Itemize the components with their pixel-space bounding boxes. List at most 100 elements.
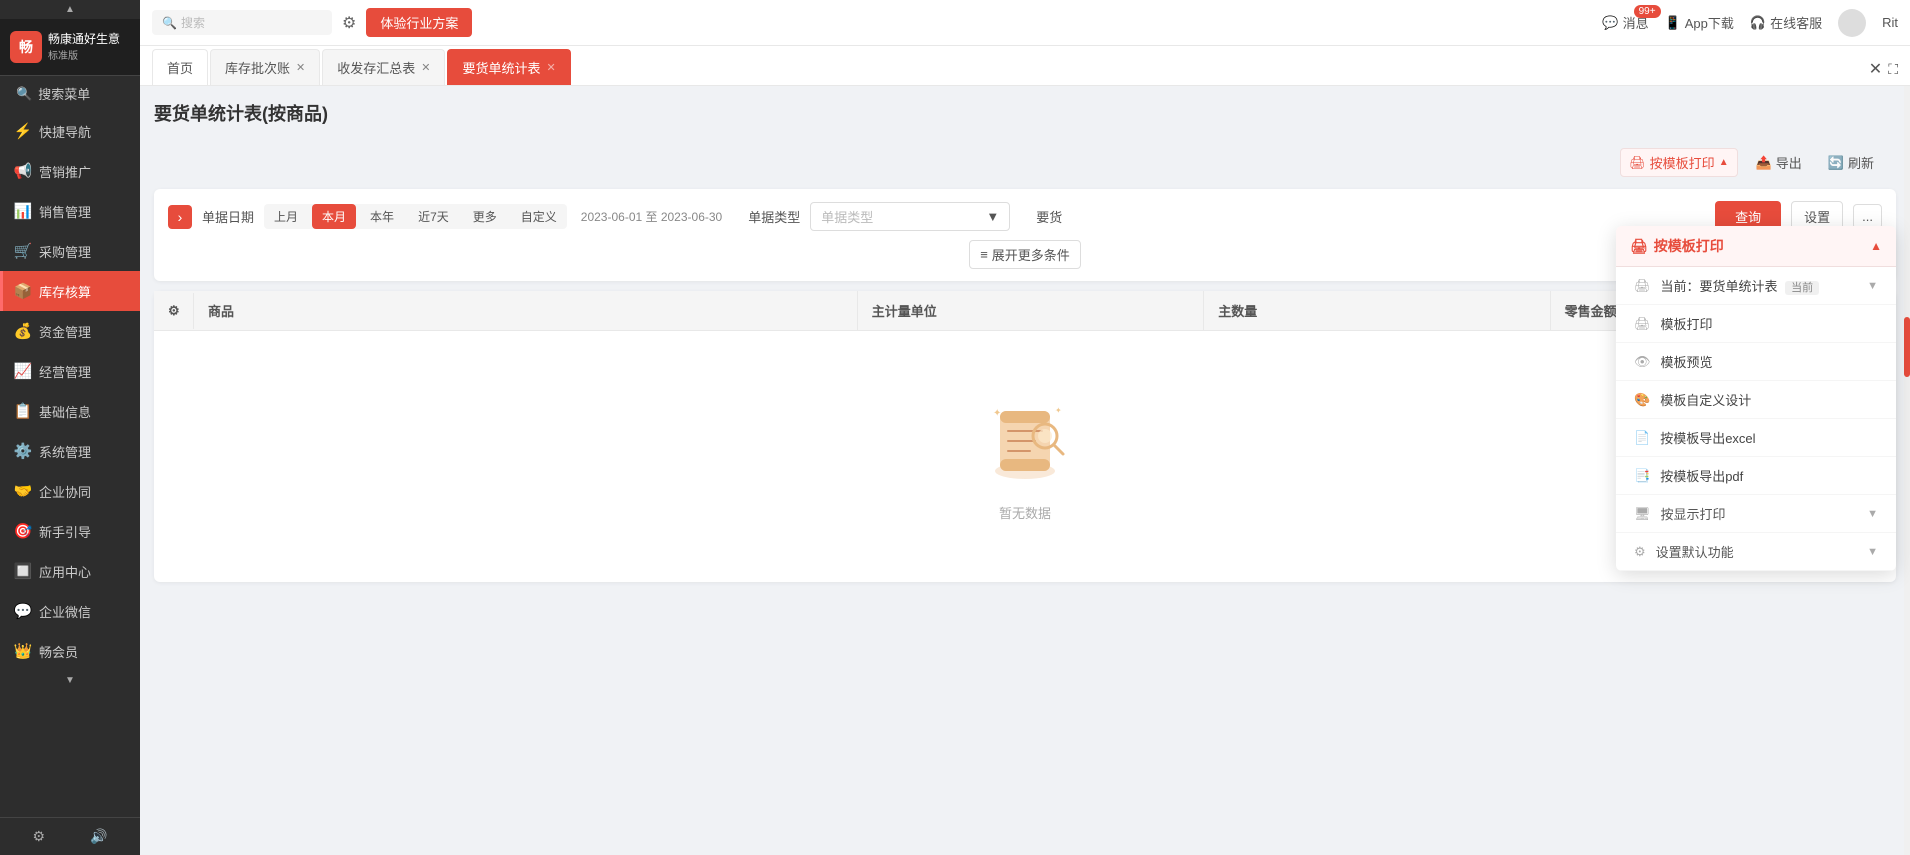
th-product: 商品	[194, 291, 858, 330]
tab-order-summary[interactable]: 要货单统计表 ✕	[447, 49, 570, 85]
type-select-value: 单据类型	[821, 207, 873, 226]
app-logo-icon: 畅	[10, 31, 42, 63]
page-content: 要货单统计表(按商品) 🖨 按模板打印 ▲ 📤 导出 🔄 刷新 › 单据日期	[140, 86, 1910, 855]
tab-home[interactable]: 首页	[152, 49, 208, 85]
sidebar-item-purchase[interactable]: 🛒 采购管理	[0, 231, 140, 271]
dropdown-default-settings[interactable]: ⚙ 设置默认功能 ▼	[1616, 533, 1896, 571]
date-custom[interactable]: 自定义	[511, 204, 567, 229]
filter-expand-red-btn[interactable]: ›	[168, 205, 192, 229]
dropdown-template-custom[interactable]: 🎨 模板自定义设计	[1616, 381, 1896, 419]
dropdown-export-excel[interactable]: 📄 按模板导出excel	[1616, 419, 1896, 457]
topbar-gear-icon[interactable]: ⚙	[342, 13, 356, 33]
trial-btn[interactable]: 体验行业方案	[366, 8, 472, 37]
refresh-icon: 🔄	[1828, 155, 1844, 171]
system-icon: ⚙️	[13, 441, 33, 461]
sidebar-item-guide[interactable]: 🎯 新手引导	[0, 511, 140, 551]
page-title: 要货单统计表(按商品)	[154, 100, 1896, 126]
current-arrow: ▼	[1867, 280, 1878, 292]
topbar: 🔍 搜索 ⚙ 体验行业方案 💬 消息 99+ 📱 App下载 🎧 在线客服 Ri…	[140, 0, 1910, 46]
sidebar-item-collab[interactable]: 🤝 企业协同	[0, 471, 140, 511]
sidebar-item-system[interactable]: ⚙️ 系统管理	[0, 431, 140, 471]
topbar-search[interactable]: 🔍 搜索	[152, 10, 332, 35]
sidebar-item-wechat[interactable]: 💬 企业微信	[0, 591, 140, 631]
topbar-search-icon: 🔍	[162, 16, 177, 30]
print-btn-label: 按模板打印	[1650, 153, 1715, 172]
dropdown-template-preview[interactable]: 👁 模板预览	[1616, 343, 1896, 381]
dropdown-close-chevron[interactable]: ▲	[1870, 239, 1882, 253]
app-center-icon: 🔲	[13, 561, 33, 581]
expand-more-btn[interactable]: ≡ 展开更多条件	[969, 240, 1081, 269]
template-print-label: 模板打印	[1661, 314, 1878, 333]
sidebar-item-quick-nav[interactable]: ⚡ 快捷导航	[0, 111, 140, 151]
tab-inventory-batch[interactable]: 库存批次账 ✕	[210, 49, 320, 85]
message-icon: 💬	[1602, 15, 1618, 31]
date-current-year[interactable]: 本年	[360, 204, 404, 229]
type-select[interactable]: 单据类型 ▼	[810, 202, 1010, 231]
dropdown-template-print[interactable]: 🖨 模板打印	[1616, 305, 1896, 343]
scrollbar-track	[1904, 86, 1910, 855]
date-current-month[interactable]: 本月	[312, 204, 356, 229]
tab-order-summary-close[interactable]: ✕	[547, 61, 556, 74]
message-action[interactable]: 💬 消息 99+	[1602, 13, 1648, 32]
sidebar-item-label: 库存核算	[39, 282, 91, 301]
print-btn[interactable]: 🖨 按模板打印 ▲	[1620, 148, 1737, 177]
sidebar-item-label: 营销推广	[39, 162, 91, 181]
app-download-action[interactable]: 📱 App下载	[1665, 13, 1734, 32]
tab-receipt-summary[interactable]: 收发存汇总表 ✕	[322, 49, 445, 85]
sidebar-item-marketing[interactable]: 📢 营销推广	[0, 151, 140, 191]
export-excel-label: 按模板导出excel	[1660, 428, 1878, 447]
app-download-label: App下载	[1685, 13, 1734, 32]
dropdown-export-pdf[interactable]: 📑 按模板导出pdf	[1616, 457, 1896, 495]
default-settings-label: 设置默认功能	[1656, 542, 1734, 561]
sidebar-item-label: 资金管理	[39, 322, 91, 341]
sidebar-scroll-up[interactable]: ▲	[0, 0, 140, 19]
service-icon: 🎧	[1750, 15, 1766, 31]
search-icon: 🔍	[16, 86, 32, 102]
date-label: 单据日期	[202, 207, 254, 226]
print-dropdown-menu: 🖨 按模板打印 ▲ 🖨 当前：要货单统计表 当前 ▼ 🖨 模板打印	[1616, 226, 1896, 571]
th-unit: 主计量单位	[858, 291, 1204, 330]
scrollbar-thumb[interactable]	[1904, 317, 1910, 377]
default-settings-arrow: ▼	[1867, 546, 1878, 558]
sidebar-settings-btn[interactable]: ⚙	[33, 828, 46, 845]
export-btn[interactable]: 📤 导出	[1748, 149, 1810, 176]
online-service-action[interactable]: 🎧 在线客服	[1750, 13, 1822, 32]
sidebar-speaker-btn[interactable]: 🔊	[90, 828, 107, 845]
app-name: 畅康通好生意	[48, 32, 120, 48]
empty-text: 暂无数据	[999, 503, 1051, 522]
tab-receipt-summary-close[interactable]: ✕	[421, 61, 430, 74]
current-label: 当前：要货单统计表 当前	[1661, 276, 1858, 295]
tab-maximize-btn[interactable]: ⛶	[1888, 61, 1898, 78]
date-prev-month[interactable]: 上月	[264, 204, 308, 229]
tab-inventory-batch-close[interactable]: ✕	[296, 61, 305, 74]
sidebar-item-inventory[interactable]: 📦 库存核算	[0, 271, 140, 311]
user-avatar[interactable]	[1838, 9, 1866, 37]
sidebar-logo: 畅 畅康通好生意 标准版	[0, 19, 140, 76]
sidebar-item-label: 基础信息	[39, 402, 91, 421]
sidebar-item-finance[interactable]: 💰 资金管理	[0, 311, 140, 351]
sidebar-item-basic-info[interactable]: 📋 基础信息	[0, 391, 140, 431]
template-preview-icon: 👁	[1634, 354, 1651, 370]
sidebar-search[interactable]: 🔍 搜索菜单	[0, 76, 140, 111]
sidebar-item-sales[interactable]: 📊 销售管理	[0, 191, 140, 231]
sidebar-item-label: 销售管理	[39, 202, 91, 221]
sidebar-item-member[interactable]: 👑 畅会员	[0, 631, 140, 671]
tab-home-label: 首页	[167, 58, 193, 77]
th-gear[interactable]: ⚙	[154, 293, 194, 329]
sidebar-item-app-center[interactable]: 🔲 应用中心	[0, 551, 140, 591]
refresh-btn[interactable]: 🔄 刷新	[1820, 149, 1882, 176]
sidebar-scroll-down[interactable]: ▼	[0, 671, 140, 690]
sidebar-item-label: 应用中心	[39, 562, 91, 581]
sidebar-item-operation[interactable]: 📈 经营管理	[0, 351, 140, 391]
dropdown-current-item[interactable]: 🖨 当前：要货单统计表 当前 ▼	[1616, 267, 1896, 305]
dropdown-print-icon: 🖨	[1630, 238, 1648, 255]
message-badge: 99+	[1634, 5, 1661, 18]
th-qty: 主数量	[1204, 291, 1550, 330]
tab-close-window-btn[interactable]: ✕	[1869, 59, 1882, 79]
sidebar-item-label: 系统管理	[39, 442, 91, 461]
date-more[interactable]: 更多	[463, 204, 507, 229]
sidebar-item-label: 畅会员	[39, 642, 78, 661]
display-print-label: 按显示打印	[1661, 504, 1726, 523]
dropdown-display-print[interactable]: 🖥 按显示打印 ▼	[1616, 495, 1896, 533]
date-7days[interactable]: 近7天	[408, 204, 459, 229]
